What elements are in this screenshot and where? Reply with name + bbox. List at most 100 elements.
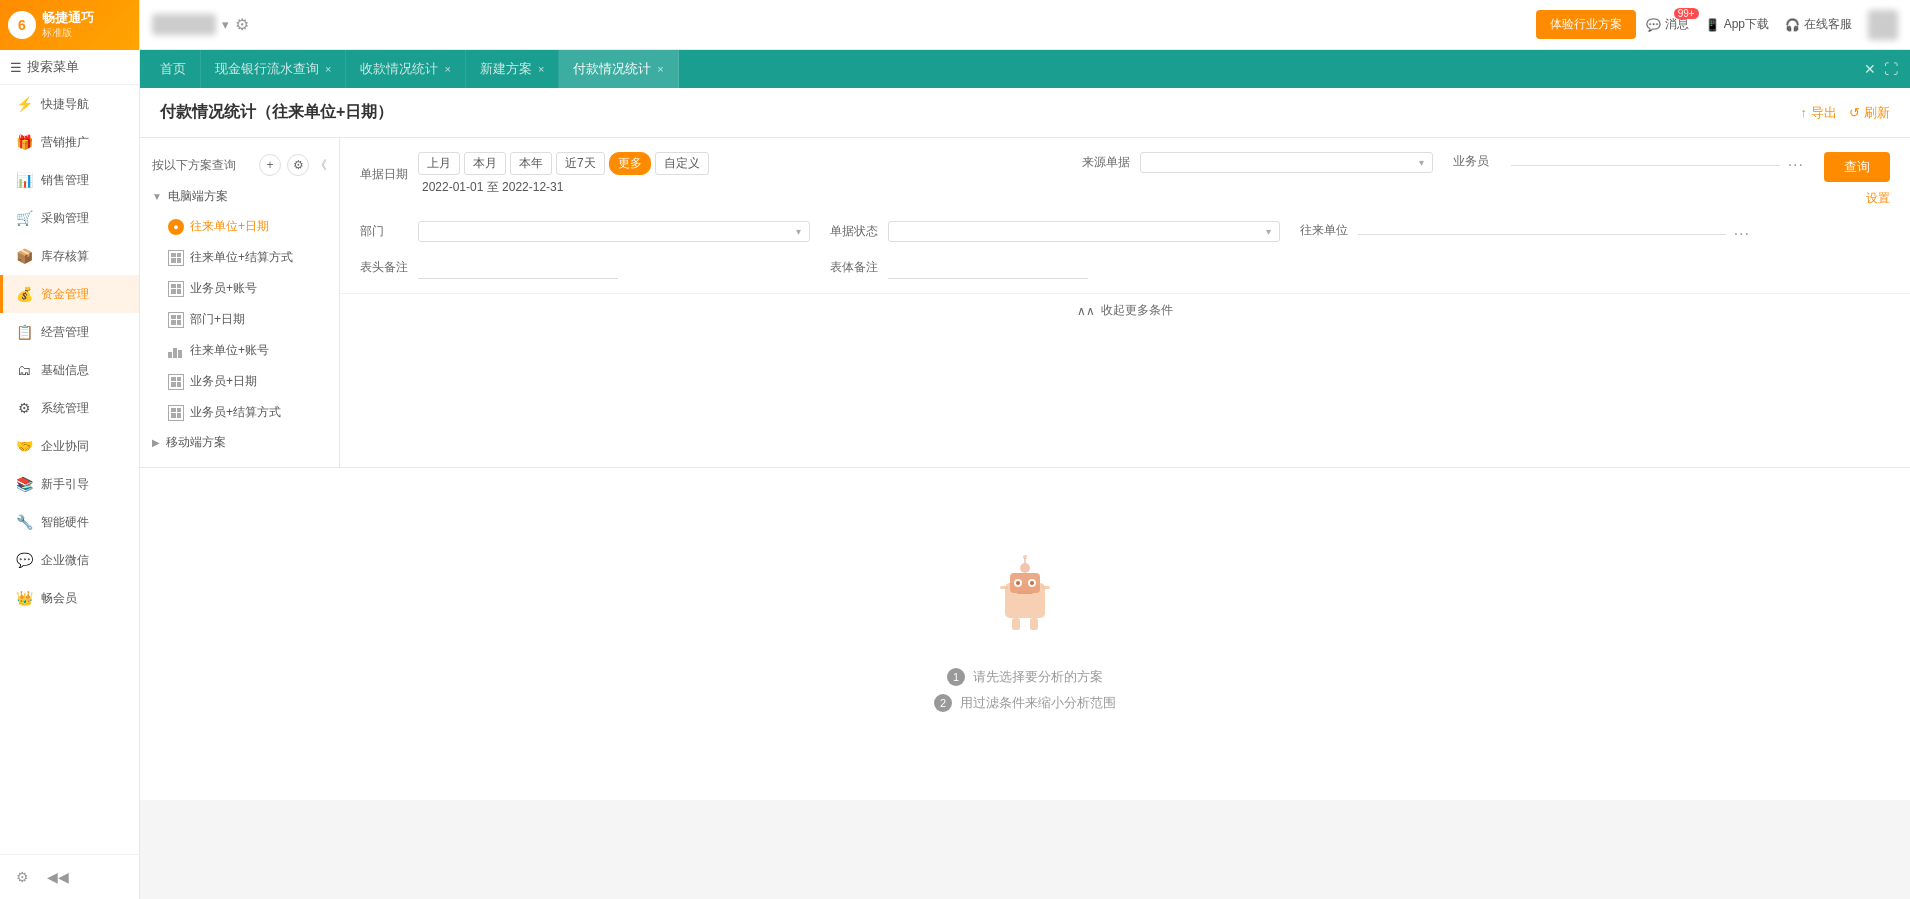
tabs-right: ✕ ⛶ xyxy=(1864,61,1906,77)
desktop-group-label: 电脑端方案 xyxy=(168,188,228,205)
header-note-input[interactable] xyxy=(418,256,618,279)
sidebar-item-sales[interactable]: 📊 销售管理 xyxy=(0,161,139,199)
sidebar-item-marketing[interactable]: 🎁 营销推广 xyxy=(0,123,139,161)
capital-icon: 💰 xyxy=(15,285,33,303)
mobile-scheme-group: ▶ 移动端方案 xyxy=(140,428,339,457)
search-menu[interactable]: ☰ 搜索菜单 xyxy=(0,50,139,85)
sidebar-header: 6 畅捷通巧 标准版 xyxy=(0,0,139,50)
sidebar-settings-btn[interactable]: ⚙ xyxy=(8,863,36,891)
sidebar-item-basics[interactable]: 🗂 基础信息 xyxy=(0,351,139,389)
scheme-staff-date[interactable]: 业务员+日期 xyxy=(140,366,339,397)
scheme-dept-date[interactable]: 部门+日期 xyxy=(140,304,339,335)
operations-label: 经营管理 xyxy=(41,324,89,341)
scheme-staff-settle-icon xyxy=(168,405,184,421)
desktop-group-arrow: ▼ xyxy=(152,191,162,202)
body-note-input[interactable] xyxy=(888,256,1088,279)
system-icon: ⚙ xyxy=(15,399,33,417)
sidebar-item-capital[interactable]: 💰 资金管理 xyxy=(0,275,139,313)
tab-new-scheme[interactable]: 新建方案 × xyxy=(466,50,559,88)
doc-status-select[interactable]: ▾ xyxy=(888,221,1280,242)
purchase-icon: 🛒 xyxy=(15,209,33,227)
add-scheme-btn[interactable]: + xyxy=(259,154,281,176)
header-note-label: 表头备注 xyxy=(360,259,410,276)
scheme-staff-account[interactable]: 业务员+账号 xyxy=(140,273,339,304)
export-icon: ↑ xyxy=(1801,105,1808,120)
dept-select[interactable]: ▾ xyxy=(418,221,810,242)
sidebar-item-hardware[interactable]: 🔧 智能硬件 xyxy=(0,503,139,541)
member-label: 畅会员 xyxy=(41,590,77,607)
sidebar-item-operations[interactable]: 📋 经营管理 xyxy=(0,313,139,351)
trial-btn[interactable]: 体验行业方案 xyxy=(1536,10,1636,39)
source-doc-select[interactable]: ▾ xyxy=(1140,152,1433,173)
sidebar-item-system[interactable]: ⚙ 系统管理 xyxy=(0,389,139,427)
message-icon: 💬 xyxy=(1646,18,1661,32)
sidebar-item-inventory[interactable]: 📦 库存核算 xyxy=(0,237,139,275)
app-download-btn[interactable]: 📱 App下载 xyxy=(1705,16,1769,33)
partner-dots[interactable]: ... xyxy=(1734,221,1750,239)
sidebar-item-wechat[interactable]: 💬 企业微信 xyxy=(0,541,139,579)
tab-receivables[interactable]: 收款情况统计 × xyxy=(346,50,465,88)
staff-dots[interactable]: ... xyxy=(1788,152,1804,170)
svg-point-13 xyxy=(1023,555,1027,559)
scheme-dept-date-label: 部门+日期 xyxy=(190,311,245,328)
sidebar-item-purchase[interactable]: 🛒 采购管理 xyxy=(0,199,139,237)
svg-point-11 xyxy=(1020,563,1030,573)
scheme-collapse-btn[interactable]: 《 xyxy=(315,157,327,174)
scheme-staff-settle[interactable]: 业务员+结算方式 xyxy=(140,397,339,428)
filter-partner: 往来单位 ... xyxy=(1300,221,1750,239)
refresh-btn[interactable]: ↺ 刷新 xyxy=(1849,104,1890,122)
tab-payment-stats[interactable]: 付款情况统计 × xyxy=(559,50,678,88)
scheme-settings-btn[interactable]: ⚙ xyxy=(287,154,309,176)
svg-rect-7 xyxy=(1000,586,1008,589)
user-name: 用户名称 xyxy=(152,14,216,35)
desktop-group-header[interactable]: ▼ 电脑端方案 xyxy=(140,182,339,211)
page-header: 付款情况统计（往来单位+日期） ↑ 导出 ↺ 刷新 xyxy=(140,88,1910,138)
sales-label: 销售管理 xyxy=(41,172,89,189)
date-btn-last-month[interactable]: 上月 xyxy=(418,152,460,175)
notifications-btn[interactable]: 💬 消息 99+ xyxy=(1646,16,1689,33)
sidebar-item-quick-nav[interactable]: ⚡ 快捷导航 xyxy=(0,85,139,123)
date-btn-7days[interactable]: 近7天 xyxy=(556,152,605,175)
window-maximize-btn[interactable]: ⛶ xyxy=(1884,61,1898,77)
date-btn-this-year[interactable]: 本年 xyxy=(510,152,552,175)
tab-bank-flow[interactable]: 现金银行流水查询 × xyxy=(201,50,346,88)
tab-home[interactable]: 首页 xyxy=(144,50,201,88)
mobile-group-header[interactable]: ▶ 移动端方案 xyxy=(140,428,339,457)
date-btn-this-month[interactable]: 本月 xyxy=(464,152,506,175)
sidebar-item-enterprise[interactable]: 🤝 企业协同 xyxy=(0,427,139,465)
refresh-icon: ↺ xyxy=(1849,105,1860,120)
mobile-group-arrow: ▶ xyxy=(152,437,160,448)
date-btn-custom[interactable]: 自定义 xyxy=(655,152,709,175)
scheme-partner-date[interactable]: ● 往来单位+日期 xyxy=(140,211,339,242)
scheme-partner-account[interactable]: 往来单位+账号 xyxy=(140,335,339,366)
filter-staff: 业务员 ... xyxy=(1453,152,1804,170)
date-btns: 上月 本月 本年 近7天 更多 自定义 xyxy=(418,152,709,175)
sidebar-item-member[interactable]: 👑 畅会员 xyxy=(0,579,139,617)
tab-receivables-close[interactable]: × xyxy=(444,63,450,75)
avatar[interactable] xyxy=(1868,10,1898,40)
topbar-chevron-icon[interactable]: ▾ xyxy=(222,17,229,32)
topbar-settings-icon[interactable]: ⚙ xyxy=(235,15,249,34)
window-close-btn[interactable]: ✕ xyxy=(1864,61,1876,77)
tab-new-scheme-close[interactable]: × xyxy=(538,63,544,75)
sidebar-collapse-btn[interactable]: ◀◀ xyxy=(44,863,72,891)
logo-edition: 标准版 xyxy=(42,26,94,40)
export-btn[interactable]: ↑ 导出 xyxy=(1801,104,1838,122)
svg-point-5 xyxy=(1030,581,1034,585)
settings-link[interactable]: 设置 xyxy=(1866,190,1890,207)
tab-payment-stats-close[interactable]: × xyxy=(657,63,663,75)
svg-rect-10 xyxy=(1030,618,1038,630)
hint-text-2: 用过滤条件来缩小分析范围 xyxy=(960,694,1116,712)
dept-label: 部门 xyxy=(360,223,410,240)
sidebar-item-guide[interactable]: 📚 新手引导 xyxy=(0,465,139,503)
scheme-partner-account-label: 往来单位+账号 xyxy=(190,342,269,359)
collapse-more-btn[interactable]: ∧∧ 收起更多条件 xyxy=(340,293,1910,327)
svg-rect-8 xyxy=(1042,586,1050,589)
tab-bank-flow-close[interactable]: × xyxy=(325,63,331,75)
date-btn-more[interactable]: 更多 xyxy=(609,152,651,175)
filter-row-1: 单据日期 上月 本月 本年 近7天 更多 自定义 20 xyxy=(360,152,1890,207)
hint-num-2: 2 xyxy=(934,694,952,712)
query-btn[interactable]: 查询 xyxy=(1824,152,1890,182)
online-service-btn[interactable]: 🎧 在线客服 xyxy=(1785,16,1852,33)
scheme-partner-settle[interactable]: 往来单位+结算方式 xyxy=(140,242,339,273)
